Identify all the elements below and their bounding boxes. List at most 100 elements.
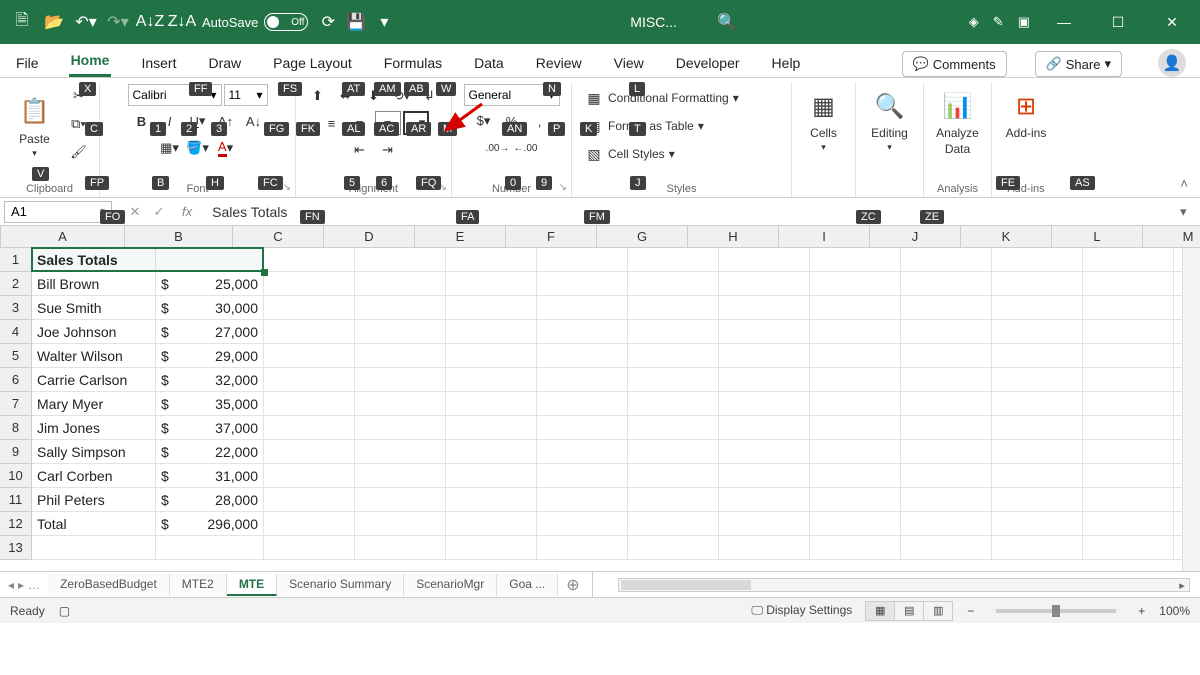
row-header-1[interactable]: 1 xyxy=(0,248,32,272)
row-header-12[interactable]: 12 xyxy=(0,512,32,536)
cell-J2[interactable] xyxy=(901,272,992,296)
cell-H3[interactable] xyxy=(719,296,810,320)
vertical-scrollbar[interactable] xyxy=(1182,248,1200,571)
cell-B1[interactable] xyxy=(156,248,264,272)
col-header-K[interactable]: K xyxy=(961,226,1052,248)
cancel-formula-icon[interactable]: ✕ xyxy=(126,204,144,220)
cell-D10[interactable] xyxy=(355,464,446,488)
cell-L1[interactable] xyxy=(1083,248,1174,272)
decrease-decimal-button[interactable]: ←.00 xyxy=(513,136,539,160)
cell-D8[interactable] xyxy=(355,416,446,440)
row-header-10[interactable]: 10 xyxy=(0,464,32,488)
cell-I1[interactable] xyxy=(810,248,901,272)
cell-D5[interactable] xyxy=(355,344,446,368)
align-center-button[interactable]: ≡ xyxy=(347,111,373,135)
cell-D3[interactable] xyxy=(355,296,446,320)
open-file-icon[interactable]: 📂 xyxy=(40,8,68,36)
cell-E2[interactable] xyxy=(446,272,537,296)
tab-draw[interactable]: Draw xyxy=(206,49,243,77)
cell-E3[interactable] xyxy=(446,296,537,320)
sheet-nav-first[interactable]: ◂ xyxy=(8,578,14,592)
cell-B6[interactable]: $32,000 xyxy=(156,368,264,392)
cell-K10[interactable] xyxy=(992,464,1083,488)
sheet-tab-ZeroBasedBudget[interactable]: ZeroBasedBudget xyxy=(48,574,170,596)
cell-A10[interactable]: Carl Corben xyxy=(32,464,156,488)
formula-input[interactable]: Sales Totals xyxy=(204,204,1180,220)
cell-K3[interactable] xyxy=(992,296,1083,320)
cell-D1[interactable] xyxy=(355,248,446,272)
cell-H10[interactable] xyxy=(719,464,810,488)
cell-J1[interactable] xyxy=(901,248,992,272)
tab-home[interactable]: Home xyxy=(69,46,112,77)
sort-desc-icon[interactable]: Z↓A xyxy=(168,8,196,36)
merge-center-button[interactable]: ⇔▾ xyxy=(403,111,429,135)
tab-file[interactable]: File xyxy=(14,49,41,77)
cell-C9[interactable] xyxy=(264,440,355,464)
cell-E12[interactable] xyxy=(446,512,537,536)
cell-J7[interactable] xyxy=(901,392,992,416)
cell-C11[interactable] xyxy=(264,488,355,512)
col-header-I[interactable]: I xyxy=(779,226,870,248)
cell-A11[interactable]: Phil Peters xyxy=(32,488,156,512)
cell-J3[interactable] xyxy=(901,296,992,320)
underline-button[interactable]: U▾ xyxy=(185,109,211,133)
cell-G1[interactable] xyxy=(628,248,719,272)
cell-B3[interactable]: $30,000 xyxy=(156,296,264,320)
align-top-button[interactable]: ⬆ xyxy=(305,84,331,108)
cell-B11[interactable]: $28,000 xyxy=(156,488,264,512)
cell-C5[interactable] xyxy=(264,344,355,368)
page-layout-view-button[interactable]: ▤ xyxy=(894,601,924,621)
zoom-in-button[interactable]: + xyxy=(1138,604,1145,618)
cell-G8[interactable] xyxy=(628,416,719,440)
copy-button[interactable]: ⧉▾ xyxy=(66,112,92,136)
tab-insert[interactable]: Insert xyxy=(139,49,178,77)
cell-A12[interactable]: Total xyxy=(32,512,156,536)
cell-J11[interactable] xyxy=(901,488,992,512)
cell-H5[interactable] xyxy=(719,344,810,368)
fx-icon[interactable]: fx xyxy=(182,204,192,219)
col-header-F[interactable]: F xyxy=(506,226,597,248)
cell-J5[interactable] xyxy=(901,344,992,368)
cut-button[interactable]: ✂ xyxy=(66,84,92,108)
cell-G13[interactable] xyxy=(628,536,719,560)
cell-D4[interactable] xyxy=(355,320,446,344)
cell-F13[interactable] xyxy=(537,536,628,560)
cell-E1[interactable] xyxy=(446,248,537,272)
bold-button[interactable]: B xyxy=(129,109,155,133)
cell-B10[interactable]: $31,000 xyxy=(156,464,264,488)
display-settings-button[interactable]: 🖵 Display Settings xyxy=(751,603,852,618)
percent-format-button[interactable]: % xyxy=(499,109,525,133)
redo-icon[interactable]: ↷▾ xyxy=(104,8,132,36)
clipboard-launcher[interactable]: ↘ xyxy=(87,182,95,193)
col-header-A[interactable]: A xyxy=(1,226,125,248)
cell-K2[interactable] xyxy=(992,272,1083,296)
expand-formula-icon[interactable]: ▾ xyxy=(1180,204,1200,220)
decrease-indent-button[interactable]: ⇤ xyxy=(347,138,373,162)
cell-G12[interactable] xyxy=(628,512,719,536)
cell-F11[interactable] xyxy=(537,488,628,512)
cell-A3[interactable]: Sue Smith xyxy=(32,296,156,320)
cell-A5[interactable]: Walter Wilson xyxy=(32,344,156,368)
cell-A4[interactable]: Joe Johnson xyxy=(32,320,156,344)
col-header-M[interactable]: M xyxy=(1143,226,1200,248)
tab-view[interactable]: View xyxy=(612,49,646,77)
cell-F5[interactable] xyxy=(537,344,628,368)
share-button[interactable]: 🔗 Share ▾ xyxy=(1035,51,1122,77)
cell-C4[interactable] xyxy=(264,320,355,344)
cell-I4[interactable] xyxy=(810,320,901,344)
cell-E13[interactable] xyxy=(446,536,537,560)
name-box[interactable]: A1▾ xyxy=(4,201,112,223)
cell-J4[interactable] xyxy=(901,320,992,344)
cell-D13[interactable] xyxy=(355,536,446,560)
tab-data[interactable]: Data xyxy=(472,49,506,77)
cell-G10[interactable] xyxy=(628,464,719,488)
cell-C2[interactable] xyxy=(264,272,355,296)
cell-C10[interactable] xyxy=(264,464,355,488)
cell-L9[interactable] xyxy=(1083,440,1174,464)
cell-B2[interactable]: $25,000 xyxy=(156,272,264,296)
tab-page-layout[interactable]: Page Layout xyxy=(271,49,354,77)
cell-K1[interactable] xyxy=(992,248,1083,272)
cell-K5[interactable] xyxy=(992,344,1083,368)
cell-I10[interactable] xyxy=(810,464,901,488)
cell-G9[interactable] xyxy=(628,440,719,464)
